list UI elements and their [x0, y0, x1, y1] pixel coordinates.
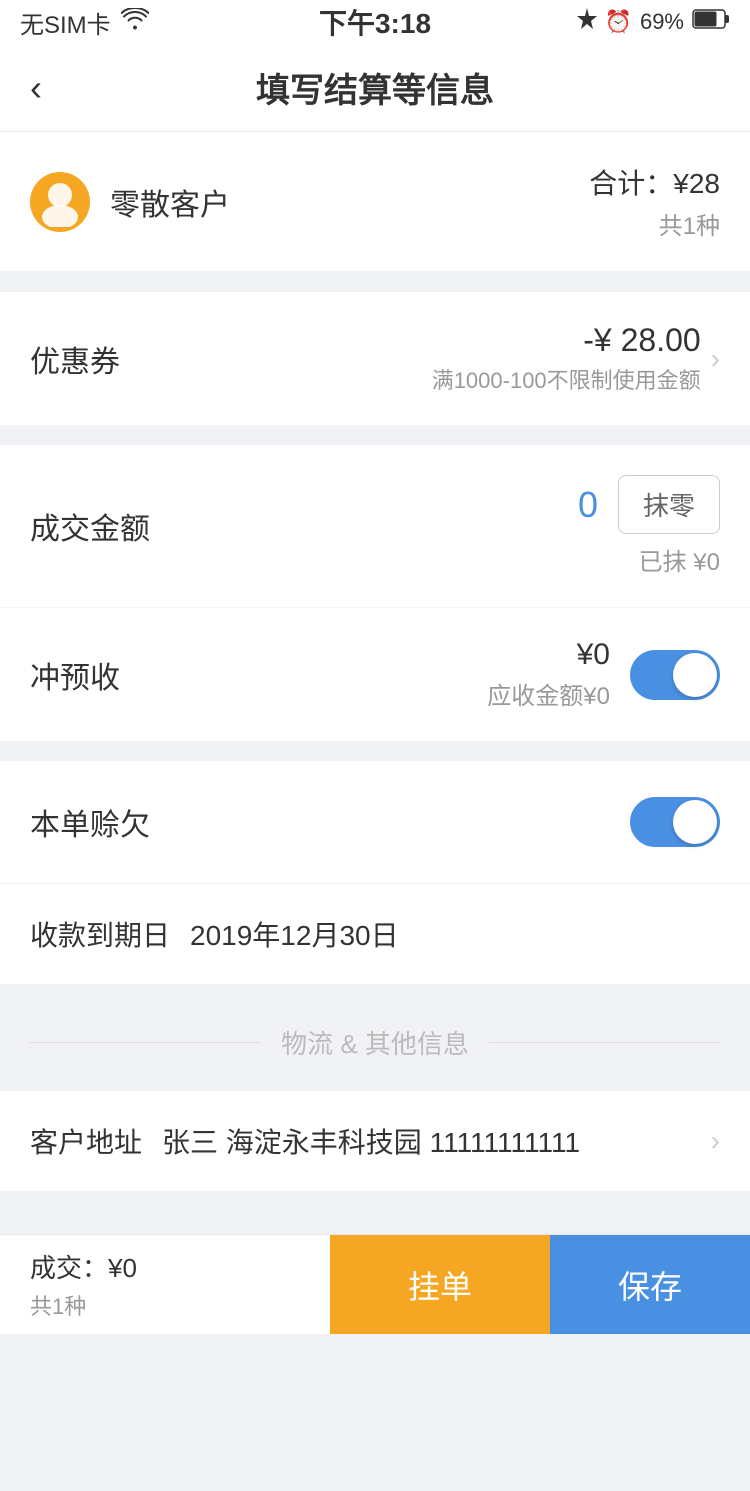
- divider-4: [0, 984, 750, 1004]
- location-icon: [577, 8, 597, 36]
- coupon-right: -¥ 28.00 满1000-100不限制使用金额 ›: [432, 322, 720, 395]
- coupon-desc: 满1000-100不限制使用金额: [432, 363, 701, 395]
- customer-section: 零散客户 合计：¥28 共1种: [0, 132, 750, 271]
- customer-count: 共1种: [589, 206, 720, 241]
- status-left: 无SIM卡: [20, 5, 149, 40]
- prereceive-toggle[interactable]: [630, 650, 720, 700]
- customer-name: 零散客户: [110, 180, 230, 224]
- address-chevron-icon: ›: [711, 1125, 720, 1157]
- transaction-row: 成交金额 抹零 已抹 ¥0: [0, 445, 750, 608]
- save-button[interactable]: 保存: [550, 1235, 750, 1334]
- address-row[interactable]: 客户地址 张三 海淀永丰科技园 11111111111 ›: [0, 1091, 750, 1191]
- address-value: 张三 海淀永丰科技园 11111111111: [162, 1121, 711, 1161]
- debt-toggle-knob: [673, 800, 717, 844]
- footer-info: 成交：¥0 共1种: [0, 1235, 330, 1334]
- duedate-label: 收款到期日: [30, 914, 170, 954]
- round-button[interactable]: 抹零: [618, 475, 720, 534]
- prereceive-toggle-knob: [673, 653, 717, 697]
- customer-right: 合计：¥28 共1种: [589, 162, 720, 241]
- logistics-line-right: [489, 1042, 720, 1043]
- coupon-amount: -¥ 28.00: [432, 322, 701, 359]
- transaction-label: 成交金额: [30, 504, 150, 548]
- debt-label: 本单赊欠: [30, 800, 150, 844]
- transaction-amount-input[interactable]: [518, 484, 598, 526]
- customer-avatar: [30, 172, 90, 232]
- customer-total: 合计：¥28: [589, 162, 720, 202]
- prereceive-row: 冲预收 ¥0 应收金额¥0: [0, 608, 750, 741]
- nav-bar: ‹ 填写结算等信息: [0, 44, 750, 132]
- divider-2: [0, 425, 750, 445]
- prereceive-label: 冲预收: [30, 653, 120, 697]
- duedate-value: 2019年12月30日: [190, 914, 399, 954]
- already-rounded-label: 已抹 ¥0: [639, 542, 720, 577]
- logistics-line-left: [30, 1042, 261, 1043]
- divider-3: [0, 741, 750, 761]
- coupon-chevron-icon: ›: [711, 343, 720, 375]
- footer: 成交：¥0 共1种 挂单 保存: [0, 1234, 750, 1334]
- alarm-icon: ⏰: [605, 9, 632, 35]
- customer-row: 零散客户 合计：¥28 共1种: [0, 132, 750, 271]
- coupon-row[interactable]: 优惠券 -¥ 28.00 满1000-100不限制使用金额 ›: [0, 291, 750, 425]
- address-label: 客户地址: [30, 1121, 142, 1161]
- wifi-icon: [121, 8, 149, 37]
- logistics-divider: 物流 & 其他信息: [0, 1004, 750, 1081]
- battery-percent: 69%: [640, 9, 684, 35]
- prereceive-right: ¥0 应收金额¥0: [487, 638, 720, 711]
- duedate-row: 收款到期日 2019年12月30日: [0, 883, 750, 984]
- prereceive-amount: ¥0: [487, 638, 610, 672]
- back-button[interactable]: ‹: [30, 67, 42, 109]
- status-bar: 无SIM卡 下午3:18 ⏰ 69%: [0, 0, 750, 44]
- transaction-section: 成交金额 抹零 已抹 ¥0: [0, 445, 750, 608]
- prereceive-receivable: 应收金额¥0: [487, 676, 610, 711]
- status-right: ⏰ 69%: [577, 8, 730, 36]
- footer-count: 共1种: [30, 1289, 300, 1321]
- footer-deal-label: 成交：¥0: [30, 1248, 300, 1285]
- page-title: 填写结算等信息: [256, 63, 494, 112]
- coupon-label: 优惠券: [30, 337, 120, 381]
- hold-button[interactable]: 挂单: [330, 1235, 550, 1334]
- battery-icon: [692, 9, 730, 35]
- customer-left: 零散客户: [30, 172, 230, 232]
- logistics-label: 物流 & 其他信息: [281, 1024, 469, 1061]
- divider-1: [0, 271, 750, 291]
- coupon-info: -¥ 28.00 满1000-100不限制使用金额: [432, 322, 701, 395]
- carrier-label: 无SIM卡: [20, 5, 111, 40]
- debt-toggle[interactable]: [630, 797, 720, 847]
- prereceive-amounts: ¥0 应收金额¥0: [487, 638, 610, 711]
- divider-5: [0, 1081, 750, 1091]
- status-time: 下午3:18: [319, 8, 431, 39]
- transaction-right: 抹零: [518, 475, 720, 534]
- debt-section: 本单赊欠: [0, 761, 750, 883]
